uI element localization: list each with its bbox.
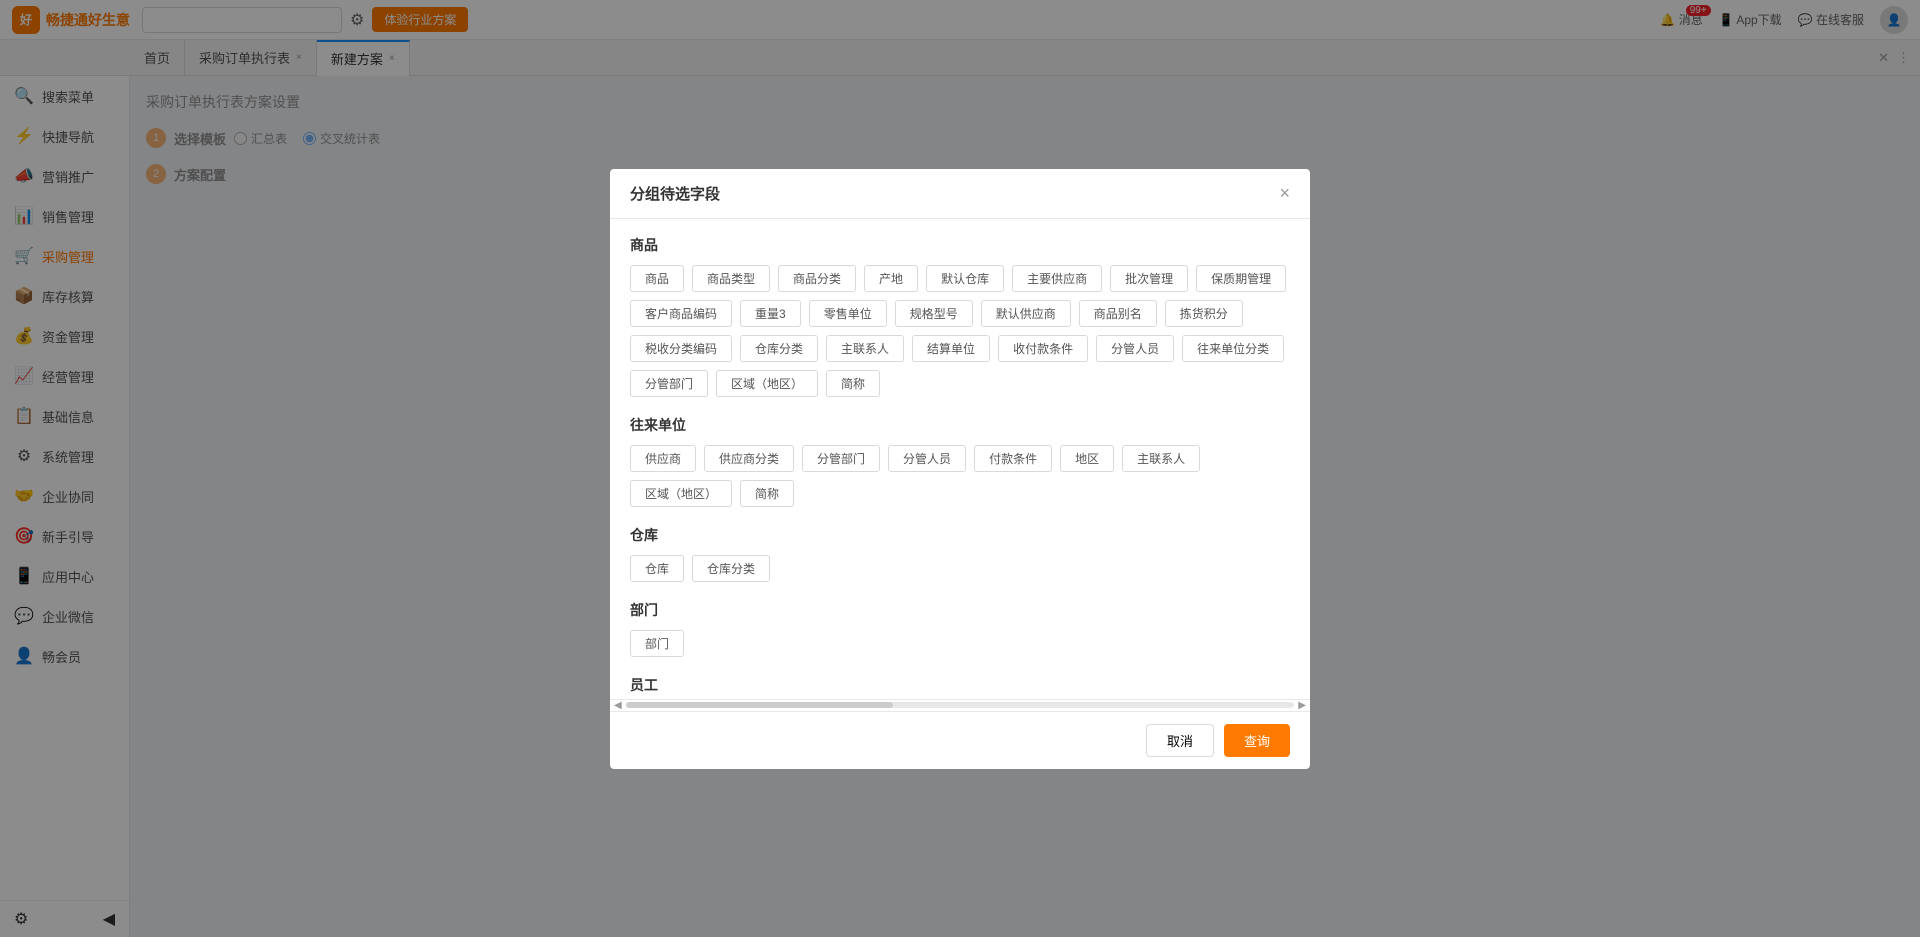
field-group-goods-title: 商品 — [630, 235, 1290, 255]
field-tag[interactable]: 区域（地区） — [630, 480, 732, 507]
field-tag[interactable]: 仓库 — [630, 555, 684, 582]
field-tag[interactable]: 零售单位 — [809, 300, 887, 327]
field-group-staff-title: 员工 — [630, 675, 1290, 695]
hscroll-left-arrow[interactable]: ◀ — [614, 700, 622, 711]
field-tags-goods: 商品 商品类型 商品分类 产地 默认仓库 主要供应商 批次管理 保质期管理 客户… — [630, 265, 1290, 397]
field-tag[interactable]: 商品 — [630, 265, 684, 292]
modal-footer: 取消 查询 — [610, 711, 1310, 769]
field-select-modal: 分组待选字段 × 商品 商品 商品类型 商品分类 产地 默认仓库 主要供应商 批… — [610, 169, 1310, 769]
field-tag[interactable]: 商品分类 — [778, 265, 856, 292]
field-tag[interactable]: 往来单位分类 — [1182, 335, 1284, 362]
field-tag[interactable]: 主联系人 — [826, 335, 904, 362]
field-tag[interactable]: 简称 — [740, 480, 794, 507]
field-group-partner: 往来单位 供应商 供应商分类 分管部门 分管人员 付款条件 地区 主联系人 区域… — [630, 415, 1290, 507]
field-tag[interactable]: 仓库分类 — [740, 335, 818, 362]
field-tag[interactable]: 商品别名 — [1079, 300, 1157, 327]
field-tag[interactable]: 区域（地区） — [716, 370, 818, 397]
field-tag[interactable]: 简称 — [826, 370, 880, 397]
field-tag[interactable]: 分管部门 — [630, 370, 708, 397]
cancel-button[interactable]: 取消 — [1146, 724, 1214, 757]
field-group-partner-title: 往来单位 — [630, 415, 1290, 435]
field-tag[interactable]: 分管人员 — [888, 445, 966, 472]
field-tag[interactable]: 重量3 — [740, 300, 801, 327]
field-tag[interactable]: 客户商品编码 — [630, 300, 732, 327]
field-tag[interactable]: 付款条件 — [974, 445, 1052, 472]
field-tag[interactable]: 默认仓库 — [926, 265, 1004, 292]
modal-overlay: 分组待选字段 × 商品 商品 商品类型 商品分类 产地 默认仓库 主要供应商 批… — [0, 0, 1920, 937]
field-tag[interactable]: 税收分类编码 — [630, 335, 732, 362]
field-tag[interactable]: 保质期管理 — [1196, 265, 1286, 292]
field-tag[interactable]: 供应商分类 — [704, 445, 794, 472]
modal-header: 分组待选字段 × — [610, 169, 1310, 219]
field-tag[interactable]: 收付款条件 — [998, 335, 1088, 362]
field-tag[interactable]: 拣货积分 — [1165, 300, 1243, 327]
field-tag[interactable]: 产地 — [864, 265, 918, 292]
field-tag[interactable]: 部门 — [630, 630, 684, 657]
field-group-warehouse-title: 仓库 — [630, 525, 1290, 545]
field-tag[interactable]: 规格型号 — [895, 300, 973, 327]
field-tags-warehouse: 仓库 仓库分类 — [630, 555, 1290, 582]
modal-body: 商品 商品 商品类型 商品分类 产地 默认仓库 主要供应商 批次管理 保质期管理… — [610, 219, 1310, 699]
field-tag[interactable]: 分管人员 — [1096, 335, 1174, 362]
field-tags-dept: 部门 — [630, 630, 1290, 657]
field-tag[interactable]: 批次管理 — [1110, 265, 1188, 292]
field-tag[interactable]: 地区 — [1060, 445, 1114, 472]
field-tag[interactable]: 分管部门 — [802, 445, 880, 472]
field-tag[interactable]: 仓库分类 — [692, 555, 770, 582]
field-group-staff: 员工 业务员 — [630, 675, 1290, 699]
field-group-goods: 商品 商品 商品类型 商品分类 产地 默认仓库 主要供应商 批次管理 保质期管理… — [630, 235, 1290, 397]
field-group-warehouse: 仓库 仓库 仓库分类 — [630, 525, 1290, 582]
field-tag[interactable]: 主要供应商 — [1012, 265, 1102, 292]
field-tag[interactable]: 默认供应商 — [981, 300, 1071, 327]
confirm-button[interactable]: 查询 — [1224, 724, 1290, 757]
modal-title: 分组待选字段 — [630, 183, 720, 204]
field-tag[interactable]: 主联系人 — [1122, 445, 1200, 472]
hscroll-right-arrow[interactable]: ▶ — [1298, 700, 1306, 711]
field-tag[interactable]: 结算单位 — [912, 335, 990, 362]
field-group-dept: 部门 部门 — [630, 600, 1290, 657]
modal-close-button[interactable]: × — [1279, 184, 1290, 202]
modal-hscroll: ◀ ▶ — [610, 699, 1310, 711]
field-group-dept-title: 部门 — [630, 600, 1290, 620]
field-tags-partner: 供应商 供应商分类 分管部门 分管人员 付款条件 地区 主联系人 区域（地区） … — [630, 445, 1290, 507]
hscroll-thumb — [626, 702, 893, 708]
field-tag[interactable]: 供应商 — [630, 445, 696, 472]
field-tag[interactable]: 商品类型 — [692, 265, 770, 292]
